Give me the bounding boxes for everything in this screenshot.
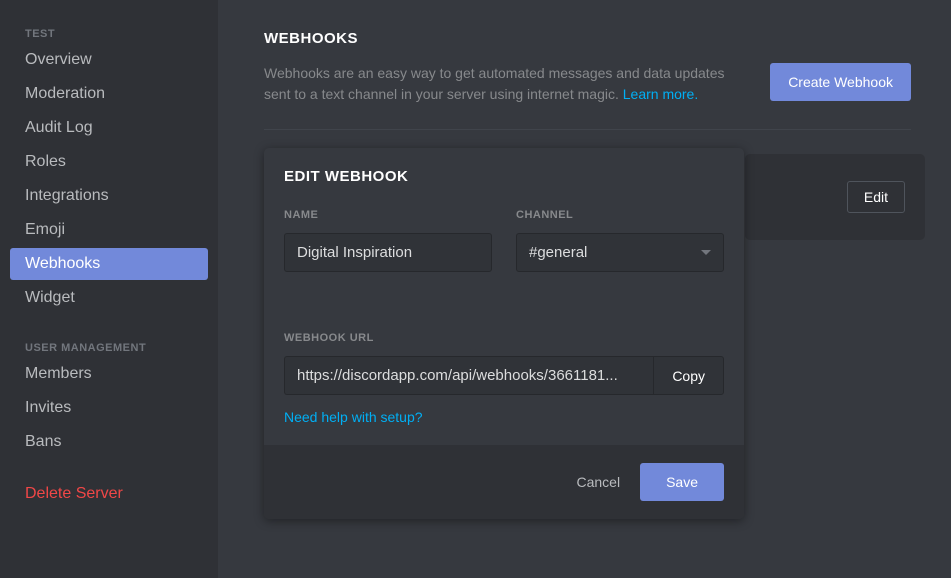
sidebar-item-emoji[interactable]: Emoji bbox=[10, 214, 208, 246]
description-text: Webhooks are an easy way to get automate… bbox=[264, 63, 740, 105]
save-button[interactable]: Save bbox=[640, 463, 724, 501]
edit-button[interactable]: Edit bbox=[847, 181, 905, 213]
field-row: NAME CHANNEL #general bbox=[284, 209, 724, 272]
sidebar-item-members[interactable]: Members bbox=[10, 358, 208, 390]
sidebar-item-widget[interactable]: Widget bbox=[10, 282, 208, 314]
webhook-url-label: WEBHOOK URL bbox=[284, 332, 724, 344]
create-webhook-button[interactable]: Create Webhook bbox=[770, 63, 911, 101]
name-label: NAME bbox=[284, 209, 492, 221]
sidebar: TEST Overview Moderation Audit Log Roles… bbox=[0, 0, 218, 578]
page-title: WEBHOOKS bbox=[264, 30, 911, 47]
help-link[interactable]: Need help with setup? bbox=[284, 409, 423, 425]
modal-title: EDIT WEBHOOK bbox=[284, 168, 724, 185]
modal-body: EDIT WEBHOOK NAME CHANNEL #general WEBHO… bbox=[264, 148, 744, 445]
channel-select[interactable]: #general bbox=[516, 233, 724, 272]
cancel-button[interactable]: Cancel bbox=[576, 474, 620, 490]
sidebar-item-roles[interactable]: Roles bbox=[10, 146, 208, 178]
url-row: Copy bbox=[284, 356, 724, 395]
learn-more-link[interactable]: Learn more. bbox=[623, 86, 698, 102]
sidebar-section-test: TEST bbox=[10, 20, 208, 44]
channel-field: CHANNEL #general bbox=[516, 209, 724, 272]
name-field: NAME bbox=[284, 209, 492, 272]
chevron-down-icon bbox=[701, 250, 711, 255]
name-input[interactable] bbox=[284, 233, 492, 272]
copy-button[interactable]: Copy bbox=[653, 356, 724, 395]
modal-footer: Cancel Save bbox=[264, 445, 744, 519]
sidebar-item-bans[interactable]: Bans bbox=[10, 426, 208, 458]
sidebar-delete-server[interactable]: Delete Server bbox=[10, 478, 208, 510]
edit-webhook-modal: EDIT WEBHOOK NAME CHANNEL #general WEBHO… bbox=[264, 148, 744, 519]
existing-webhook-row: Edit bbox=[745, 154, 925, 240]
sidebar-item-moderation[interactable]: Moderation bbox=[10, 78, 208, 110]
main-content: WEBHOOKS Webhooks are an easy way to get… bbox=[218, 0, 951, 578]
sidebar-item-invites[interactable]: Invites bbox=[10, 392, 208, 424]
sidebar-section-user-management: USER MANAGEMENT bbox=[10, 334, 208, 358]
sidebar-item-integrations[interactable]: Integrations bbox=[10, 180, 208, 212]
description-row: Webhooks are an easy way to get automate… bbox=[264, 63, 911, 130]
channel-select-value: #general bbox=[529, 244, 587, 261]
sidebar-item-audit-log[interactable]: Audit Log bbox=[10, 112, 208, 144]
webhook-url-input[interactable] bbox=[284, 356, 653, 395]
sidebar-item-webhooks[interactable]: Webhooks bbox=[10, 248, 208, 280]
channel-label: CHANNEL bbox=[516, 209, 724, 221]
sidebar-item-overview[interactable]: Overview bbox=[10, 44, 208, 76]
